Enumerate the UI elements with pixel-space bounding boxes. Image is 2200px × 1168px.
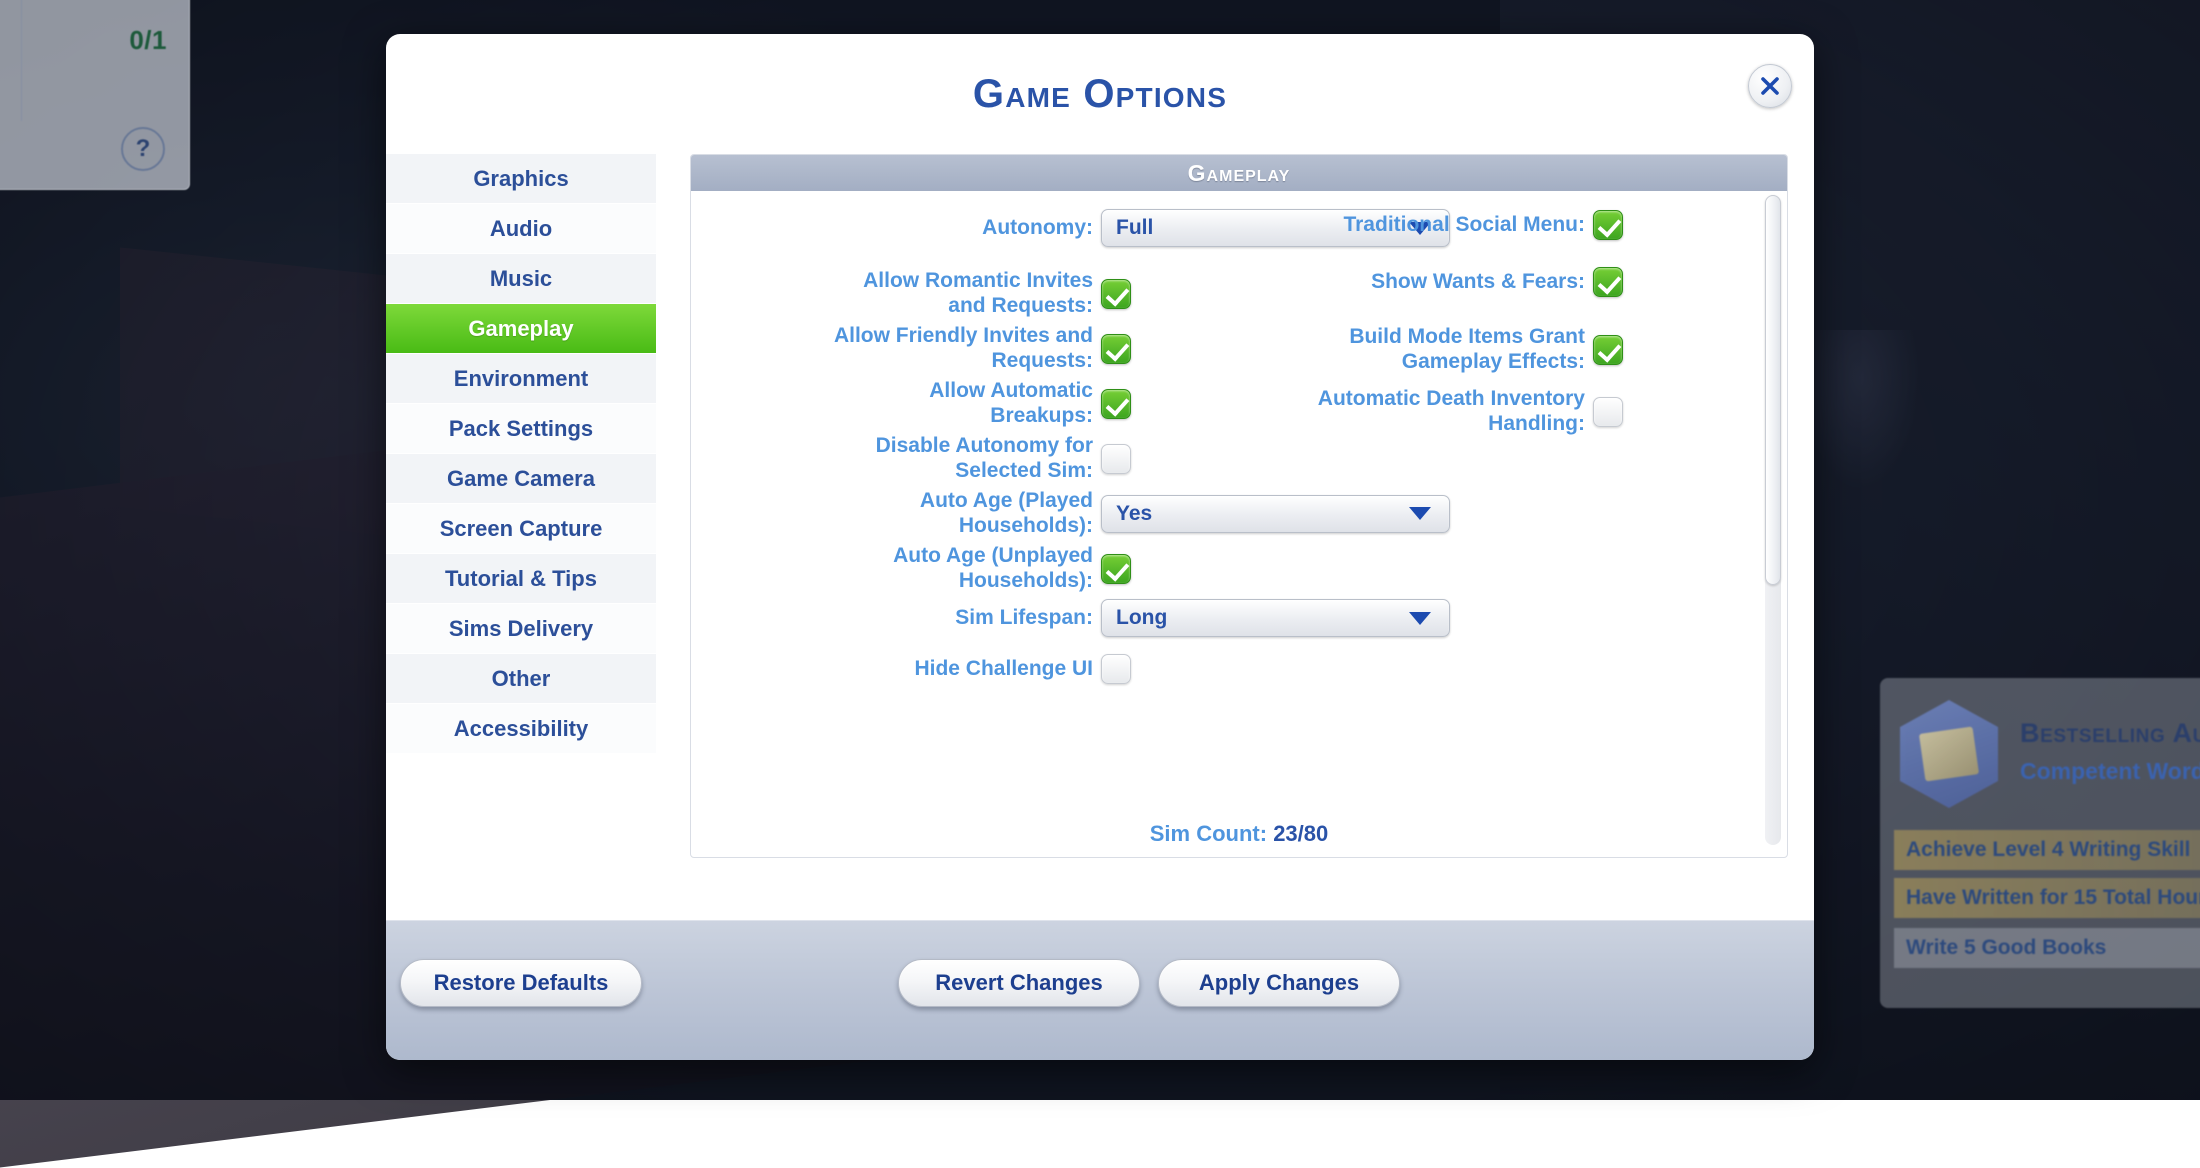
dropdown-value: Yes: [1116, 502, 1409, 526]
sim-count: Sim Count: 23/80: [691, 821, 1787, 847]
option-label: Automatic Death Inventory Handling:: [1303, 387, 1585, 437]
options-rows-area: Sim Count: 23/80 Autonomy:FullAllow Roma…: [691, 191, 1787, 858]
option-row: Show Wants & Fears:: [1303, 267, 1623, 297]
checkbox-allow-romantic-invites-and-requests[interactable]: [1101, 279, 1131, 309]
page-title: Game Options: [386, 72, 1814, 117]
sidebar-item-screen-capture[interactable]: Screen Capture: [386, 504, 656, 554]
option-label: Auto Age (Played Households):: [821, 489, 1093, 539]
option-row: Build Mode Items Grant Gameplay Effects:: [1303, 325, 1623, 375]
sidebar-item-label: Music: [490, 266, 552, 292]
close-icon[interactable]: [1748, 64, 1792, 108]
option-label: Hide Challenge UI: [821, 657, 1093, 682]
chevron-down-icon: [1409, 612, 1431, 625]
help-icon: ?: [121, 127, 165, 171]
sidebar: Graphics Audio Music Gameplay Environment Pac…: [386, 154, 656, 754]
sidebar-item-label: Environment: [454, 366, 588, 392]
sidebar-item-label: Gameplay: [468, 316, 573, 342]
chevron-down-icon: [1409, 507, 1431, 520]
aspiration-title: Bestselling Author: [2020, 718, 2200, 749]
checkbox-allow-friendly-invites-and-requests[interactable]: [1101, 334, 1131, 364]
sidebar-item-accessibility[interactable]: Accessibility: [386, 704, 656, 754]
option-row: Allow Automatic Breakups:: [821, 379, 1131, 429]
sidebar-item-sims-delivery[interactable]: Sims Delivery: [386, 604, 656, 654]
option-row: Allow Friendly Invites and Requests:: [821, 324, 1131, 374]
sidebar-item-label: Screen Capture: [440, 516, 603, 542]
sidebar-item-gameplay[interactable]: Gameplay: [386, 304, 656, 354]
option-label: Autonomy:: [821, 216, 1093, 241]
checkbox-allow-automatic-breakups[interactable]: [1101, 389, 1131, 419]
option-row: Auto Age (Played Households): Yes: [821, 489, 1450, 539]
option-row: Allow Romantic Invites and Requests:: [821, 269, 1131, 319]
sidebar-item-label: Tutorial & Tips: [445, 566, 597, 592]
scrollbar-thumb[interactable]: [1765, 195, 1781, 585]
goal-counter-2: 0/1: [129, 25, 167, 56]
option-label: Build Mode Items Grant Gameplay Effects:: [1303, 325, 1585, 375]
option-label: Disable Autonomy for Selected Sim:: [821, 434, 1093, 484]
sidebar-item-label: Graphics: [473, 166, 568, 192]
option-label: Allow Romantic Invites and Requests:: [821, 269, 1093, 319]
content-panel: Gameplay Sim Count: 23/80 Autonomy:FullA…: [690, 154, 1788, 858]
checkbox-build-mode-items-grant-gameplay-effects[interactable]: [1593, 335, 1623, 365]
option-label: Show Wants & Fears:: [1303, 270, 1585, 295]
sidebar-item-label: Game Camera: [447, 466, 595, 492]
option-label: Allow Friendly Invites and Requests:: [821, 324, 1093, 374]
sidebar-item-label: Audio: [490, 216, 552, 242]
background-goal-panel: 0/1 th 0/1 ?: [0, 0, 190, 190]
aspiration-subtitle: Competent Wordsmith: [2020, 758, 2200, 785]
sidebar-item-label: Pack Settings: [449, 416, 593, 442]
dropdown-auto-age-played-households[interactable]: Yes: [1101, 495, 1450, 533]
checkbox-auto-age-unplayed-households[interactable]: [1101, 554, 1131, 584]
option-row: Sim Lifespan: Long: [821, 599, 1450, 637]
sidebar-item-label: Accessibility: [454, 716, 589, 742]
sidebar-item-graphics[interactable]: Graphics: [386, 154, 656, 204]
sim-count-value: 23/80: [1273, 821, 1328, 846]
apply-changes-button[interactable]: Apply Changes: [1158, 959, 1400, 1007]
sidebar-item-other[interactable]: Other: [386, 654, 656, 704]
sidebar-item-music[interactable]: Music: [386, 254, 656, 304]
checkbox-automatic-death-inventory-handling[interactable]: [1593, 397, 1623, 427]
option-label: Auto Age (Unplayed Households):: [821, 544, 1093, 594]
background-aspiration-card: Bestselling Author Competent Wordsmith A…: [1880, 678, 2200, 1008]
checkbox-disable-autonomy-for-selected-sim[interactable]: [1101, 444, 1131, 474]
restore-defaults-button[interactable]: Restore Defaults: [400, 959, 642, 1007]
dropdown-sim-lifespan[interactable]: Long: [1101, 599, 1450, 637]
option-row: Automatic Death Inventory Handling:: [1303, 387, 1623, 437]
sidebar-item-label: Sims Delivery: [449, 616, 593, 642]
checkbox-show-wants-fears[interactable]: [1593, 267, 1623, 297]
sidebar-item-audio[interactable]: Audio: [386, 204, 656, 254]
sidebar-item-game-camera[interactable]: Game Camera: [386, 454, 656, 504]
option-row: Hide Challenge UI: [821, 654, 1131, 684]
section-header: Gameplay: [691, 155, 1787, 191]
checkbox-hide-challenge-ui[interactable]: [1101, 654, 1131, 684]
option-row: Auto Age (Unplayed Households):: [821, 544, 1131, 594]
goal-panel-divider: [21, 0, 22, 121]
option-label: Traditional Social Menu:: [1303, 213, 1585, 238]
dropdown-value: Long: [1116, 606, 1409, 630]
aspiration-milestone: Have Written for 15 Total Hours: [1894, 878, 2200, 918]
checkbox-traditional-social-menu[interactable]: [1593, 210, 1623, 240]
option-row: Disable Autonomy for Selected Sim:: [821, 434, 1131, 484]
sidebar-item-pack-settings[interactable]: Pack Settings: [386, 404, 656, 454]
aspiration-badge-icon: [1900, 700, 1998, 808]
scrollbar-track[interactable]: [1765, 195, 1781, 845]
option-label: Sim Lifespan:: [821, 606, 1093, 631]
sim-count-label: Sim Count:: [1150, 821, 1273, 846]
aspiration-milestone: Write 5 Good Books: [1894, 928, 2200, 968]
sidebar-item-label: Other: [492, 666, 551, 692]
revert-changes-button[interactable]: Revert Changes: [898, 959, 1140, 1007]
option-row: Traditional Social Menu:: [1303, 210, 1623, 240]
aspiration-milestone: Achieve Level 4 Writing Skill: [1894, 830, 2200, 870]
sidebar-item-tutorial-tips[interactable]: Tutorial & Tips: [386, 554, 656, 604]
dialog-footer: Restore Defaults Revert Changes Apply Ch…: [386, 920, 1814, 1060]
option-label: Allow Automatic Breakups:: [821, 379, 1093, 429]
game-options-dialog: Game Options Graphics Audio Music Gameplay E…: [386, 34, 1814, 1060]
sidebar-item-environment[interactable]: Environment: [386, 354, 656, 404]
